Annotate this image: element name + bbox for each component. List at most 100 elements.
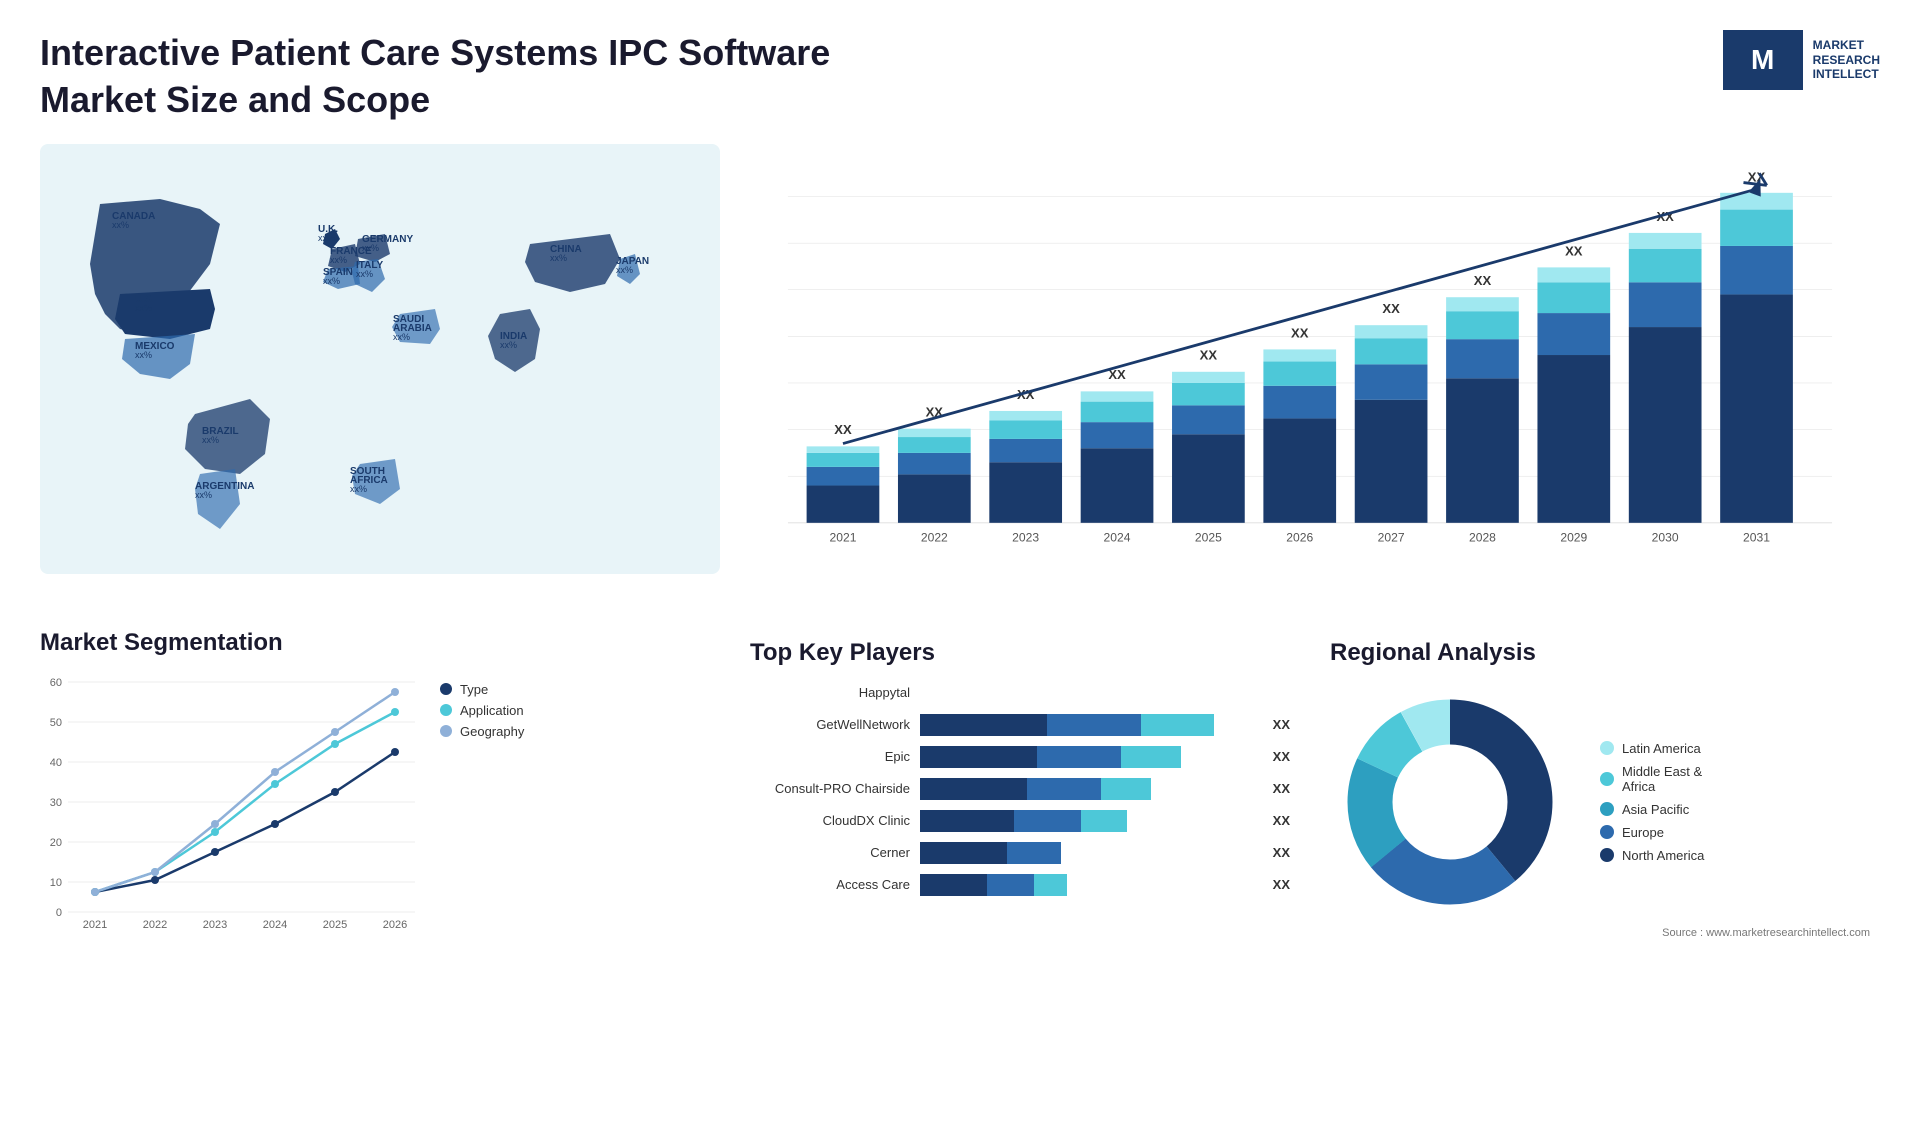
segmentation-section: Market Segmentation 60 50 40 30 20 10 0 — [40, 629, 720, 949]
svg-text:0: 0 — [56, 907, 62, 919]
svg-text:xx%: xx% — [202, 435, 219, 445]
legend-asia-pacific: Asia Pacific — [1600, 802, 1704, 817]
player-bar — [920, 778, 1255, 800]
player-bar — [920, 874, 1255, 896]
player-name: Access Care — [750, 877, 910, 892]
svg-text:xx%: xx% — [323, 276, 340, 286]
svg-text:XX: XX — [1565, 243, 1583, 258]
svg-text:2024: 2024 — [1104, 530, 1131, 544]
source-text: Source : www.marketresearchintellect.com — [1330, 927, 1870, 939]
svg-text:XX: XX — [834, 422, 852, 437]
north-america-label: North America — [1622, 848, 1704, 863]
segmentation-title: Market Segmentation — [40, 629, 720, 657]
geography-dot — [440, 725, 452, 737]
svg-text:2028: 2028 — [1469, 530, 1496, 544]
svg-text:50: 50 — [50, 717, 62, 729]
asia-pacific-label: Asia Pacific — [1622, 802, 1689, 817]
geography-label: Geography — [460, 724, 524, 739]
svg-text:xx%: xx% — [616, 265, 633, 275]
world-map: CANADA xx% U.S. xx% MEXICO xx% BRAZIL xx… — [40, 144, 720, 599]
svg-text:xx%: xx% — [330, 255, 347, 265]
asia-pacific-dot — [1600, 802, 1614, 816]
player-name: Epic — [750, 749, 910, 764]
svg-text:XX: XX — [1200, 347, 1218, 362]
type-dot — [440, 683, 452, 695]
svg-text:2021: 2021 — [829, 530, 856, 544]
svg-text:xx%: xx% — [112, 220, 129, 230]
latin-america-label: Latin America — [1622, 741, 1701, 756]
player-row-cerner: Cerner XX — [750, 842, 1290, 864]
player-name: CloudDX Clinic — [750, 813, 910, 828]
legend-type: Type — [440, 682, 524, 697]
legend-latin-america: Latin America — [1600, 741, 1704, 756]
legend-middle-east: Middle East &Africa — [1600, 764, 1704, 794]
player-bar — [920, 842, 1255, 864]
svg-text:30: 30 — [50, 797, 62, 809]
legend-geography: Geography — [440, 724, 524, 739]
donut-container: Latin America Middle East &Africa Asia P… — [1330, 682, 1870, 922]
application-dot — [440, 704, 452, 716]
player-name: Cerner — [750, 845, 910, 860]
svg-text:xx%: xx% — [318, 233, 335, 243]
svg-text:xx%: xx% — [393, 332, 410, 342]
segmentation-chart: 60 50 40 30 20 10 0 2021 — [40, 672, 420, 932]
segmentation-legend: Type Application Geography — [440, 682, 524, 739]
svg-text:XX: XX — [1291, 325, 1309, 340]
player-row-happytal: Happytal — [750, 682, 1290, 704]
svg-text:XX: XX — [1382, 301, 1400, 316]
svg-text:xx%: xx% — [135, 303, 152, 313]
svg-text:2025: 2025 — [1195, 530, 1222, 544]
svg-text:2021: 2021 — [83, 919, 107, 931]
svg-text:2025: 2025 — [323, 919, 347, 931]
svg-text:xx%: xx% — [550, 253, 567, 263]
svg-text:60: 60 — [50, 677, 62, 689]
player-bar — [920, 810, 1255, 832]
player-row-epic: Epic XX — [750, 746, 1290, 768]
logo-text: MARKET RESEARCH INTELLECT — [1813, 38, 1880, 81]
key-players-section: Top Key Players Happytal GetWellNetwork — [740, 629, 1300, 949]
player-row-getwellnetwork: GetWellNetwork XX — [750, 714, 1290, 736]
player-name: Consult-PRO Chairside — [750, 781, 910, 796]
svg-text:xx%: xx% — [500, 340, 517, 350]
application-label: Application — [460, 703, 524, 718]
player-bar — [920, 714, 1255, 736]
regional-legend: Latin America Middle East &Africa Asia P… — [1600, 741, 1704, 863]
svg-text:2023: 2023 — [203, 919, 227, 931]
svg-text:2022: 2022 — [921, 530, 948, 544]
type-label: Type — [460, 682, 488, 697]
player-name: Happytal — [750, 685, 910, 700]
svg-text:2023: 2023 — [1012, 530, 1039, 544]
logo-icon: M — [1723, 30, 1803, 90]
player-bar — [920, 746, 1255, 768]
svg-text:xx%: xx% — [362, 243, 379, 253]
svg-text:xx%: xx% — [350, 484, 367, 494]
svg-text:40: 40 — [50, 757, 62, 769]
key-players-title: Top Key Players — [750, 639, 1290, 667]
svg-text:2022: 2022 — [143, 919, 167, 931]
legend-europe: Europe — [1600, 825, 1704, 840]
svg-text:xx%: xx% — [195, 490, 212, 500]
north-america-dot — [1600, 848, 1614, 862]
regional-title: Regional Analysis — [1330, 639, 1870, 667]
svg-text:2026: 2026 — [1286, 530, 1313, 544]
page-header: Interactive Patient Care Systems IPC Sof… — [40, 30, 1880, 124]
middle-east-dot — [1600, 772, 1614, 786]
svg-text:20: 20 — [50, 837, 62, 849]
svg-text:10: 10 — [50, 877, 62, 889]
svg-text:xx%: xx% — [135, 350, 152, 360]
svg-text:2029: 2029 — [1560, 530, 1587, 544]
svg-text:2026: 2026 — [383, 919, 407, 931]
regional-section: Regional Analysis — [1320, 629, 1880, 949]
player-row-clouddx: CloudDX Clinic XX — [750, 810, 1290, 832]
legend-application: Application — [440, 703, 524, 718]
bar-chart-section: XX 2021 XX 2022 XX 2023 — [740, 144, 1880, 599]
latin-america-dot — [1600, 741, 1614, 755]
page-title: Interactive Patient Care Systems IPC Sof… — [40, 30, 840, 124]
growth-chart: XX 2021 XX 2022 XX 2023 — [760, 154, 1860, 584]
svg-text:2027: 2027 — [1378, 530, 1405, 544]
svg-text:2024: 2024 — [263, 919, 287, 931]
player-name: GetWellNetwork — [750, 717, 910, 732]
middle-east-label: Middle East &Africa — [1622, 764, 1702, 794]
logo: M MARKET RESEARCH INTELLECT — [1723, 30, 1880, 90]
svg-text:2031: 2031 — [1743, 530, 1770, 544]
